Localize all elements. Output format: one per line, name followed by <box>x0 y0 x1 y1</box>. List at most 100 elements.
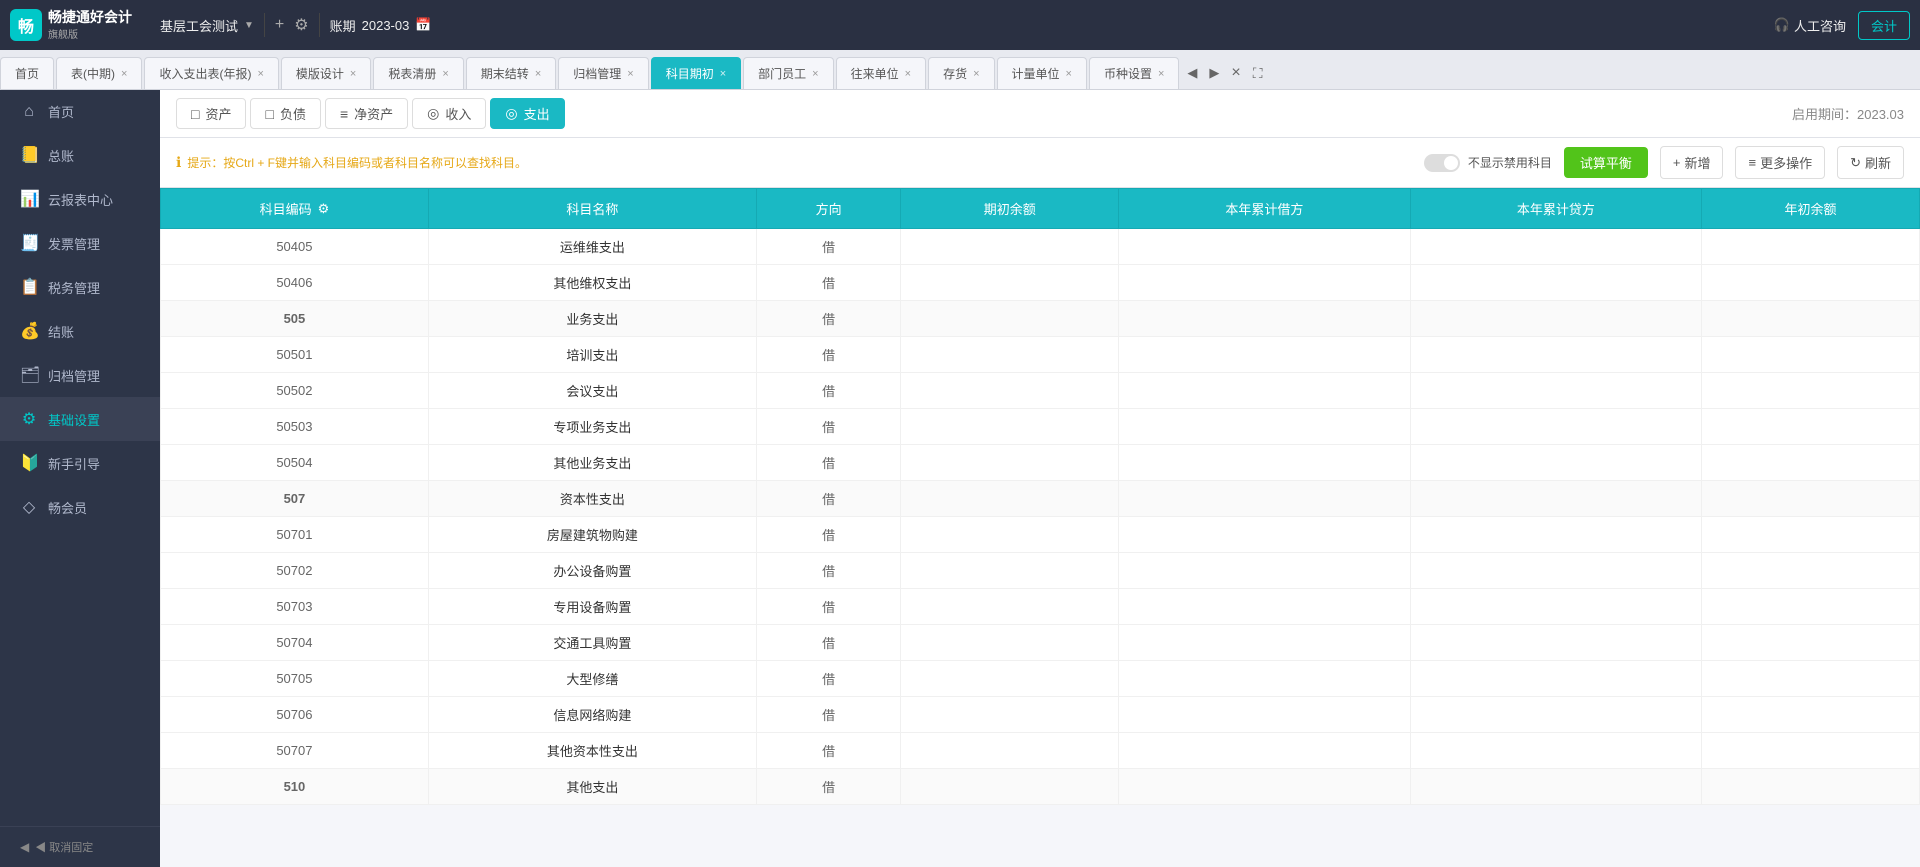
cell-ytd-debit[interactable] <box>1119 373 1410 409</box>
tab-contacts-close[interactable]: × <box>905 68 911 80</box>
cell-year-bal[interactable] <box>1702 553 1920 589</box>
cell-year-bal[interactable] <box>1702 517 1920 553</box>
table-row[interactable]: 50707 其他资本性支出 借 <box>161 733 1920 769</box>
table-row[interactable]: 50706 信息网络购建 借 <box>161 697 1920 733</box>
tab-tax-table-close[interactable]: × <box>442 68 448 80</box>
cell-ytd-credit[interactable] <box>1410 265 1701 301</box>
table-row[interactable]: 50501 培训支出 借 <box>161 337 1920 373</box>
table-row[interactable]: 50503 专项业务支出 借 <box>161 409 1920 445</box>
cell-ytd-debit[interactable] <box>1119 301 1410 337</box>
cell-period-bal[interactable] <box>901 265 1119 301</box>
table-row[interactable]: 50701 房屋建筑物购建 借 <box>161 517 1920 553</box>
cell-ytd-credit[interactable] <box>1410 337 1701 373</box>
cell-period-bal[interactable] <box>901 661 1119 697</box>
cell-year-bal[interactable] <box>1702 661 1920 697</box>
tab-inventory[interactable]: 存货 × <box>928 57 994 89</box>
tab-contacts[interactable]: 往来单位 × <box>836 57 926 89</box>
table-row[interactable]: 50704 交通工具购置 借 <box>161 625 1920 661</box>
tab-annual-report-close[interactable]: × <box>257 68 263 80</box>
sidebar-item-closing[interactable]: 💰 结账 <box>0 309 160 353</box>
tabs-next-button[interactable]: ▶ <box>1203 57 1225 89</box>
cell-ytd-debit[interactable] <box>1119 625 1410 661</box>
tab-mid-report[interactable]: 表(中期) × <box>56 57 142 89</box>
cell-ytd-debit[interactable] <box>1119 553 1410 589</box>
tab-dept[interactable]: 部门员工 × <box>743 57 833 89</box>
cell-ytd-debit[interactable] <box>1119 769 1410 805</box>
table-row[interactable]: 50703 专用设备购置 借 <box>161 589 1920 625</box>
add-button[interactable]: + 新增 <box>1660 146 1724 179</box>
cell-ytd-credit[interactable] <box>1410 553 1701 589</box>
tab-subject-init-close[interactable]: × <box>720 68 726 80</box>
cell-period-bal[interactable] <box>901 301 1119 337</box>
cell-period-bal[interactable] <box>901 481 1119 517</box>
cell-period-bal[interactable] <box>901 337 1119 373</box>
cell-year-bal[interactable] <box>1702 589 1920 625</box>
tab-currency-close[interactable]: × <box>1158 68 1164 80</box>
cell-ytd-debit[interactable] <box>1119 409 1410 445</box>
help-button[interactable]: 🎧 人工咨询 <box>1774 16 1846 35</box>
more-button[interactable]: ≡ 更多操作 <box>1735 146 1825 179</box>
cell-period-bal[interactable] <box>901 409 1119 445</box>
sidebar-collapse-button[interactable]: ◀ ◀ 取消固定 <box>0 826 160 867</box>
cell-year-bal[interactable] <box>1702 301 1920 337</box>
cell-year-bal[interactable] <box>1702 265 1920 301</box>
cell-year-bal[interactable] <box>1702 409 1920 445</box>
sidebar-item-home[interactable]: ⌂ 首页 <box>0 90 160 133</box>
sidebar-item-tax[interactable]: 📋 税务管理 <box>0 265 160 309</box>
cell-ytd-credit[interactable] <box>1410 769 1701 805</box>
subtab-asset[interactable]: □ 资产 <box>176 98 246 129</box>
tab-annual-report[interactable]: 收入支出表(年报) × <box>144 57 278 89</box>
table-row[interactable]: 507 资本性支出 借 <box>161 481 1920 517</box>
cell-ytd-credit[interactable] <box>1410 301 1701 337</box>
cell-ytd-credit[interactable] <box>1410 625 1701 661</box>
tab-mid-report-close[interactable]: × <box>121 68 127 80</box>
tabs-close-all-button[interactable]: × <box>1225 57 1246 89</box>
cell-ytd-credit[interactable] <box>1410 733 1701 769</box>
cell-year-bal[interactable] <box>1702 697 1920 733</box>
cell-ytd-debit[interactable] <box>1119 697 1410 733</box>
tab-units-close[interactable]: × <box>1066 68 1072 80</box>
tab-archive[interactable]: 归档管理 × <box>558 57 648 89</box>
sidebar-item-reports[interactable]: 📊 云报表中心 <box>0 177 160 221</box>
cell-ytd-credit[interactable] <box>1410 373 1701 409</box>
table-row[interactable]: 510 其他支出 借 <box>161 769 1920 805</box>
tab-currency[interactable]: 币种设置 × <box>1089 57 1179 89</box>
cell-year-bal[interactable] <box>1702 481 1920 517</box>
cell-year-bal[interactable] <box>1702 733 1920 769</box>
cell-ytd-debit[interactable] <box>1119 733 1410 769</box>
cell-period-bal[interactable] <box>901 445 1119 481</box>
tab-template-close[interactable]: × <box>350 68 356 80</box>
tab-tax-table[interactable]: 税表清册 × <box>373 57 463 89</box>
account-button[interactable]: 会计 <box>1858 11 1910 40</box>
tab-units[interactable]: 计量单位 × <box>997 57 1087 89</box>
subtab-liability[interactable]: □ 负债 <box>250 98 320 129</box>
sidebar-item-invoice[interactable]: 🧾 发票管理 <box>0 221 160 265</box>
subtab-expense[interactable]: ◎ 支出 <box>490 98 564 129</box>
table-row[interactable]: 50406 其他维权支出 借 <box>161 265 1920 301</box>
cell-ytd-debit[interactable] <box>1119 265 1410 301</box>
cell-period-bal[interactable] <box>901 553 1119 589</box>
toggle-switch[interactable] <box>1424 154 1460 172</box>
cell-period-bal[interactable] <box>901 697 1119 733</box>
cell-ytd-credit[interactable] <box>1410 409 1701 445</box>
sidebar-item-archive[interactable]: 🗂 归档管理 <box>0 353 160 397</box>
table-row[interactable]: 50504 其他业务支出 借 <box>161 445 1920 481</box>
tab-template[interactable]: 模版设计 × <box>281 57 371 89</box>
cell-ytd-debit[interactable] <box>1119 481 1410 517</box>
subtab-income[interactable]: ◎ 收入 <box>412 98 486 129</box>
sidebar-item-member[interactable]: ◇ 畅会员 <box>0 485 160 529</box>
tabs-expand-button[interactable]: ⛶ <box>1247 57 1269 89</box>
calendar-icon[interactable]: 📅 <box>415 17 431 33</box>
cell-ytd-debit[interactable] <box>1119 661 1410 697</box>
cell-ytd-debit[interactable] <box>1119 229 1410 265</box>
table-row[interactable]: 50702 办公设备购置 借 <box>161 553 1920 589</box>
cell-year-bal[interactable] <box>1702 337 1920 373</box>
cell-ytd-credit[interactable] <box>1410 229 1701 265</box>
cell-ytd-credit[interactable] <box>1410 697 1701 733</box>
col-code-settings-icon[interactable]: ⚙ <box>318 201 330 217</box>
sidebar-item-guide[interactable]: 🔰 新手引导 <box>0 441 160 485</box>
cell-year-bal[interactable] <box>1702 769 1920 805</box>
tab-archive-close[interactable]: × <box>627 68 633 80</box>
cell-ytd-debit[interactable] <box>1119 517 1410 553</box>
table-row[interactable]: 50502 会议支出 借 <box>161 373 1920 409</box>
